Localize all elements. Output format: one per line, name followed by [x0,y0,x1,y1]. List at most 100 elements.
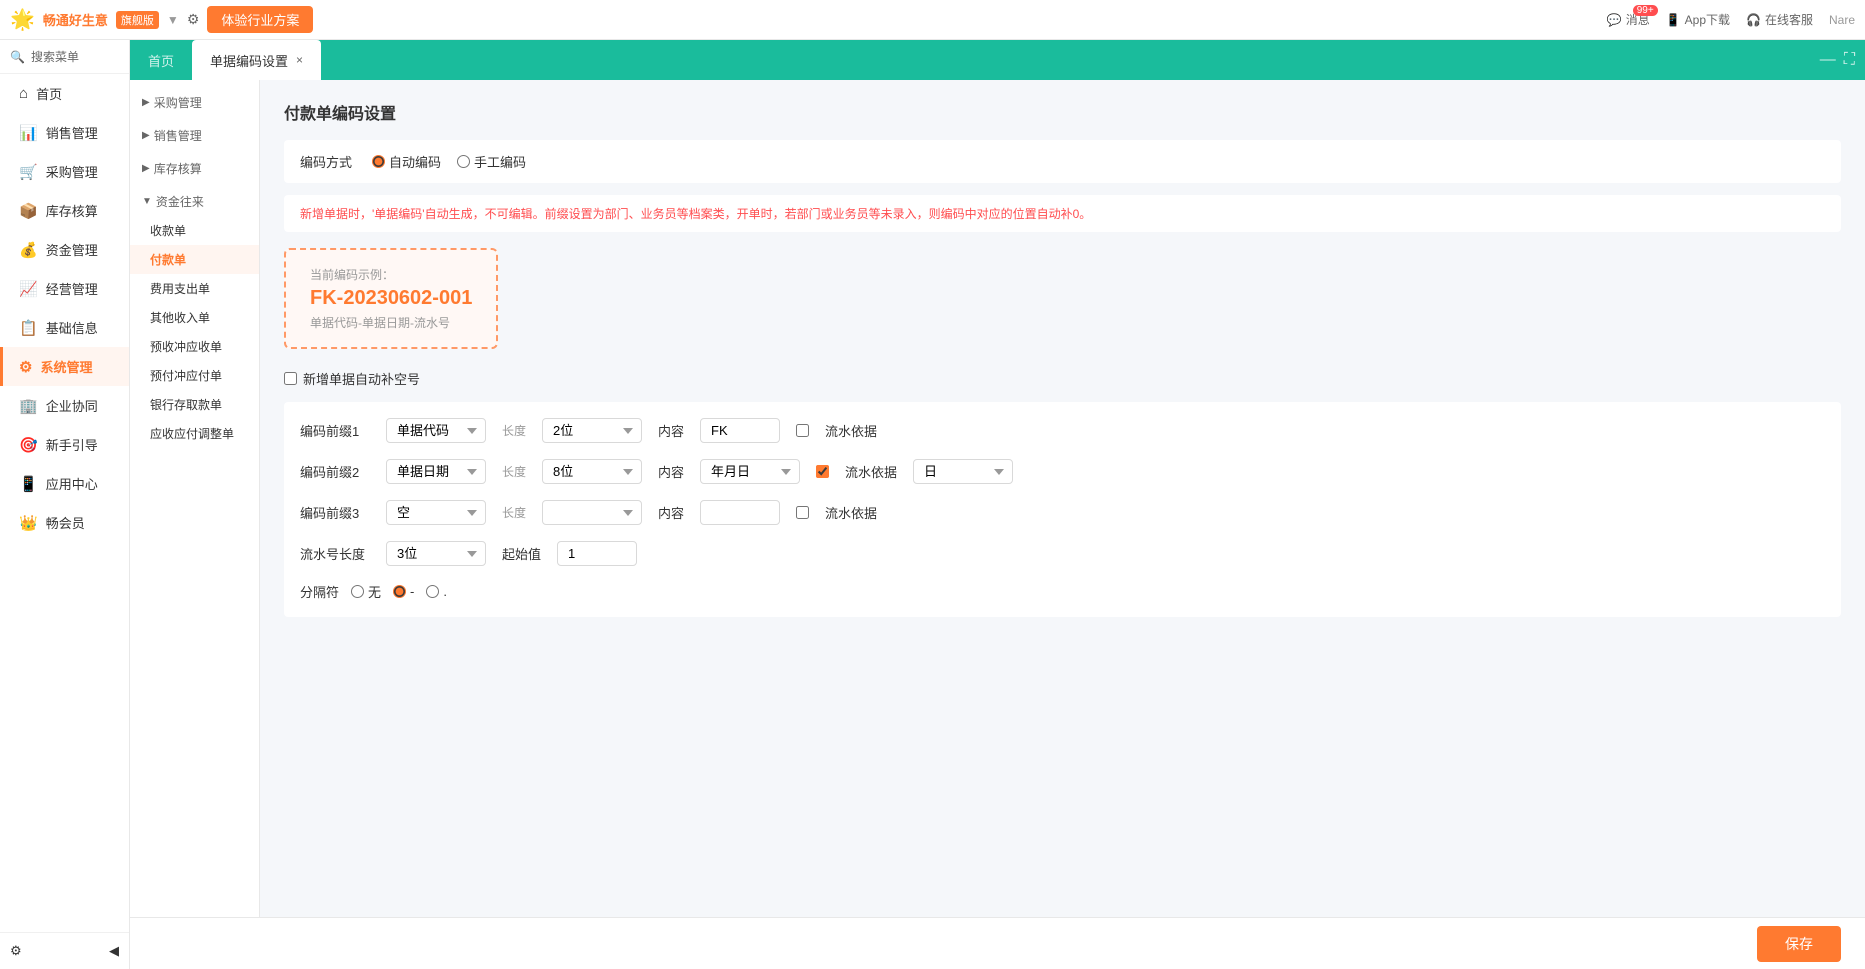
search-menu-button[interactable]: 🔍 搜索菜单 [0,40,129,74]
sidebar: 🔍 搜索菜单 ⌂ 首页 📊 销售管理 🛒 采购管理 📦 库存核算 💰 资金管理 … [0,40,130,969]
auto-fill-checkbox[interactable] [284,372,297,385]
sidebar-collapse-icon[interactable]: ◀ [109,943,119,959]
subnav-group-purchase: ▶ 采购管理 [130,88,259,117]
prefix1-length-select[interactable]: 2位 4位 6位 [542,418,642,443]
subnav-title-finance[interactable]: ▼ 资金往来 [130,187,259,216]
auto-code-option[interactable]: 自动编码 [372,152,441,171]
sidebar-label-sales: 销售管理 [46,123,98,142]
sidebar-item-base[interactable]: 📋 基础信息 [0,308,129,347]
subnav-child-prepay-pay[interactable]: 预付冲应付单 [130,361,259,390]
sidebar-item-home[interactable]: ⌂ 首页 [0,74,129,113]
sidebar-label-finance: 资金管理 [46,240,98,259]
start-value-input[interactable] [557,541,637,566]
sidebar-item-apps[interactable]: 📱 应用中心 [0,464,129,503]
sidebar-item-finance[interactable]: 💰 资金管理 [0,230,129,269]
online-service-button[interactable]: 🎧 在线客服 [1746,11,1813,28]
chevron-right-icon-3: ▶ [142,163,150,174]
sidebar-item-inventory[interactable]: 📦 库存核算 [0,191,129,230]
chevron-right-icon-2: ▶ [142,130,150,141]
sidebar-item-member[interactable]: 👑 畅会员 [0,503,129,542]
message-icon: 💬 [1607,13,1622,27]
subnav-child-bank-deposit[interactable]: 银行存取款单 [130,390,259,419]
operations-icon: 📈 [19,280,38,298]
tab-encode-settings[interactable]: 单据编码设置 × [192,40,321,80]
tabs-bar: 首页 单据编码设置 × — ⛶ [130,40,1865,80]
sidebar-label-home: 首页 [36,84,62,103]
prefix2-length-wrapper: 8位 6位 4位 [542,459,642,484]
prefix2-granularity-select[interactable]: 日 月 年 [913,459,1013,484]
prefix2-content-select[interactable]: 年月日 年月 年 [700,459,800,484]
subnav-child-adjustment[interactable]: 应收应付调整单 [130,419,259,448]
user-name[interactable]: Nare [1829,13,1855,27]
dropdown-arrow[interactable]: ▼ [167,13,179,27]
manual-code-option[interactable]: 手工编码 [457,152,526,171]
manual-code-radio[interactable] [457,155,470,168]
save-button[interactable]: 保存 [1757,926,1841,962]
sep-dot-radio[interactable] [426,585,439,598]
finance-icon: 💰 [19,241,38,259]
sidebar-item-sales[interactable]: 📊 销售管理 [0,113,129,152]
inventory-icon: 📦 [19,202,38,220]
settings-gear-icon[interactable]: ⚙ [187,11,200,28]
subnav-child-prepay-receive[interactable]: 预收冲应收单 [130,332,259,361]
sidebar-item-guide[interactable]: 🎯 新手引导 [0,425,129,464]
serial-length-select[interactable]: 3位 4位 5位 6位 [386,541,486,566]
subnav-child-receipt[interactable]: 收款单 [130,216,259,245]
subnav-child-payment[interactable]: 付款单 [130,245,259,274]
tab-home[interactable]: 首页 [130,40,192,80]
subnav-title-inventory[interactable]: ▶ 库存核算 [130,154,259,183]
prefix2-serial-checkbox[interactable] [816,465,829,478]
prefix2-select[interactable]: 单据日期 部门 业务员 空 [386,459,486,484]
subnav-child-other-income[interactable]: 其他收入单 [130,303,259,332]
sep-none-label: 无 [368,582,381,601]
sep-dot-label: . [443,584,447,599]
prefix3-length-select[interactable]: 2位 4位 [542,500,642,525]
prefix3-content-input[interactable] [700,500,780,525]
prefix3-content-label: 内容 [658,503,684,522]
tab-minimize-icon[interactable]: — [1820,51,1836,69]
prefix3-length-label: 长度 [502,504,526,521]
message-button[interactable]: 💬 消息 99+ [1607,11,1650,28]
sep-none-radio[interactable] [351,585,364,598]
sidebar-item-system[interactable]: ⚙ 系统管理 [0,347,129,386]
prefix3-row: 编码前缀3 空 单据代码 部门 业务员 长度 [300,500,1825,525]
prefix1-select[interactable]: 单据代码 部门 业务员 空 [386,418,486,443]
tab-expand-icon[interactable]: ⛶ [1844,51,1855,69]
auto-code-radio[interactable] [372,155,385,168]
sidebar-gear-icon[interactable]: ⚙ [10,943,22,959]
info-text: 新增单据时，'单据编码'自动生成，不可编辑。前缀设置为部门、业务员等档案类，开单… [284,195,1841,232]
prefix2-length-select[interactable]: 8位 6位 4位 [542,459,642,484]
subnav-inventory-label: 库存核算 [154,160,202,177]
sep-none-option[interactable]: 无 [351,582,381,601]
sep-dash-radio[interactable] [393,585,406,598]
prefix3-serial-label: 流水依据 [825,503,877,522]
tab-encode-label: 单据编码设置 [210,51,288,70]
sidebar-item-operations[interactable]: 📈 经营管理 [0,269,129,308]
base-icon: 📋 [19,319,38,337]
message-badge: 99+ [1633,5,1658,16]
sidebar-item-purchase[interactable]: 🛒 采购管理 [0,152,129,191]
prefix2-row: 编码前缀2 单据日期 部门 业务员 空 长度 8 [300,459,1825,484]
chevron-right-icon: ▶ [142,97,150,108]
prefix3-serial-checkbox[interactable] [796,506,809,519]
sep-dash-option[interactable]: - [393,584,414,599]
prefix1-content-input[interactable] [700,418,780,443]
sidebar-item-corp[interactable]: 🏢 企业协同 [0,386,129,425]
chevron-down-icon: ▼ [142,196,152,207]
tab-close-icon[interactable]: × [296,53,303,67]
prefix3-select[interactable]: 空 单据代码 部门 业务员 [386,500,486,525]
subnav-child-expense[interactable]: 费用支出单 [130,274,259,303]
service-label: 在线客服 [1765,11,1813,28]
tab-actions: — ⛶ [1820,51,1865,69]
form-rows: 编码前缀1 单据代码 部门 业务员 空 长度 2 [284,402,1841,617]
encode-method-options: 自动编码 手工编码 [372,152,526,171]
subnav-title-sales[interactable]: ▶ 销售管理 [130,121,259,150]
prefix1-serial-checkbox[interactable] [796,424,809,437]
subnav-sales-label: 销售管理 [154,127,202,144]
subnav-title-purchase[interactable]: ▶ 采购管理 [130,88,259,117]
app-download-button[interactable]: 📱 App下载 [1666,11,1730,28]
sep-dot-option[interactable]: . [426,584,447,599]
app-icon: 📱 [1666,13,1681,27]
prefix2-granularity-wrapper: 日 月 年 [913,459,1013,484]
demo-button[interactable]: 体验行业方案 [207,6,313,33]
